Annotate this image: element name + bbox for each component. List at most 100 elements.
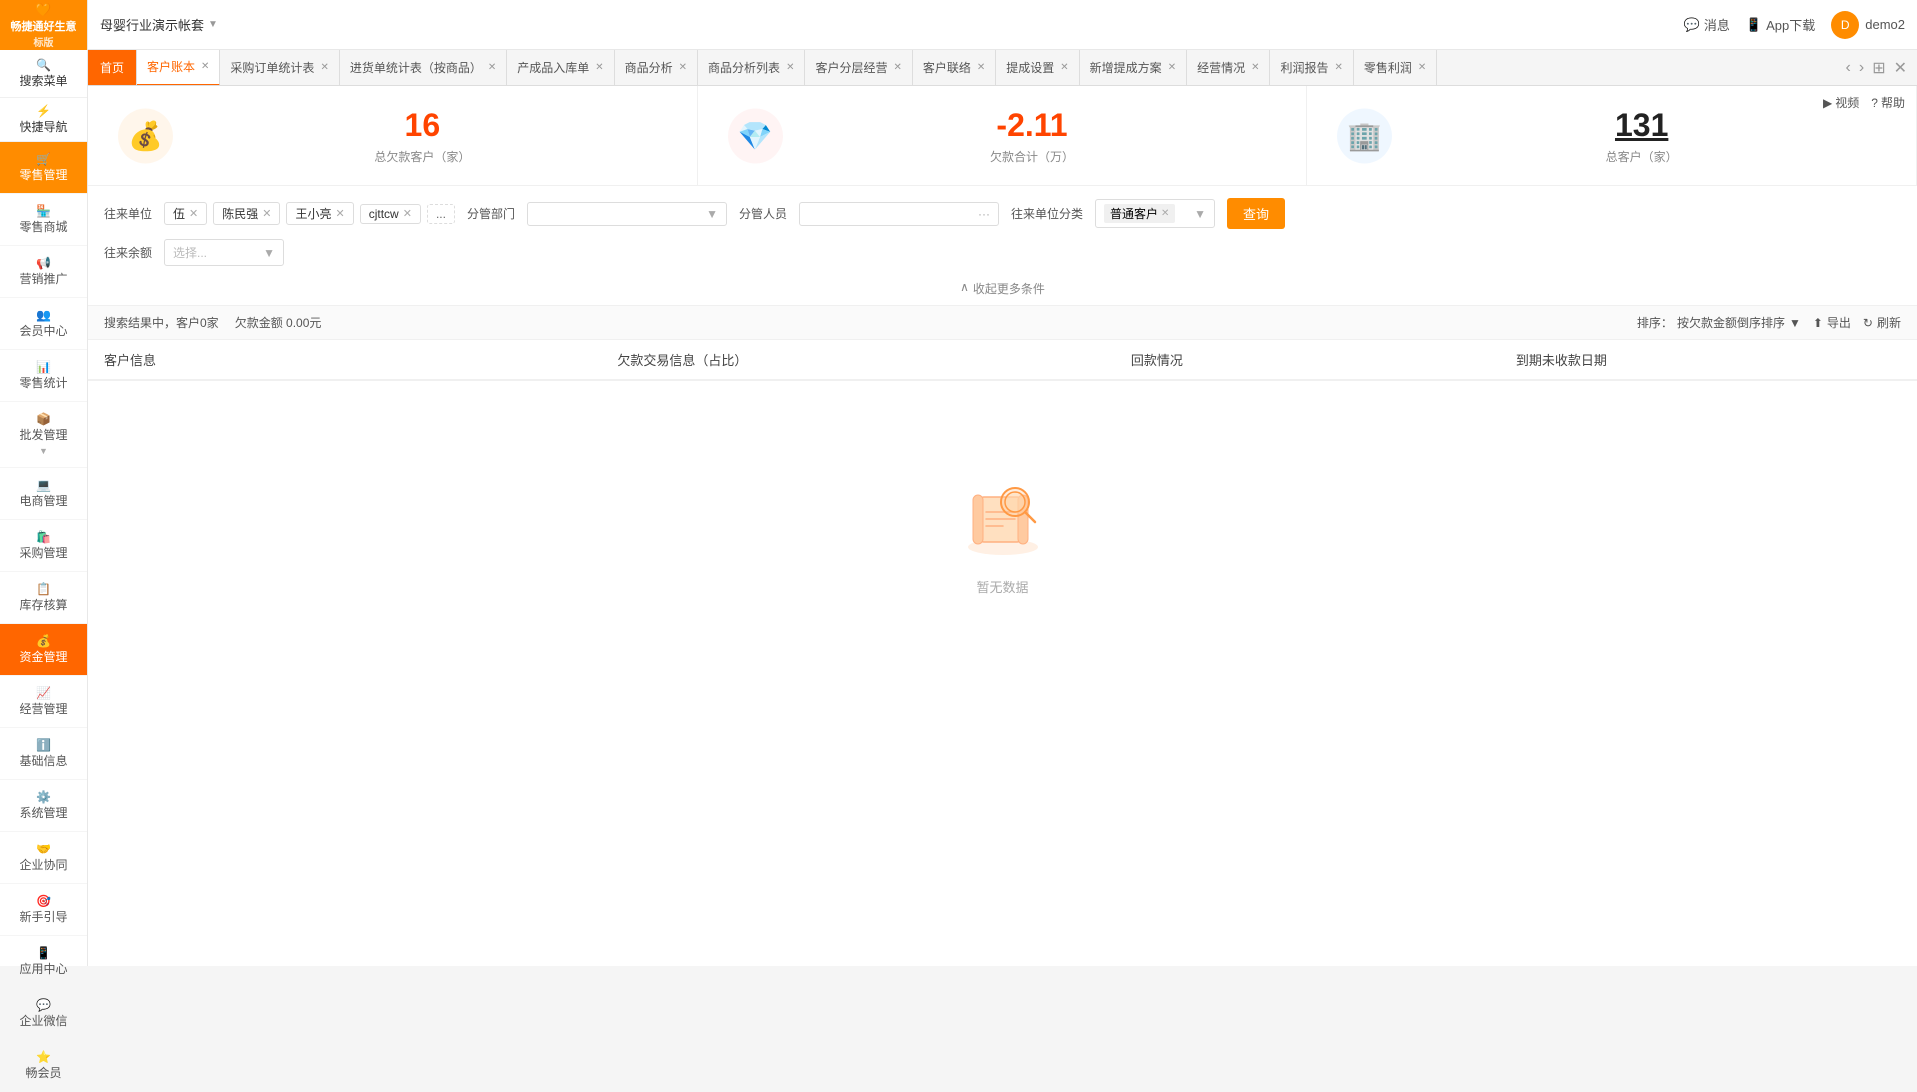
tab-purchase-order-close[interactable]: ✕ (320, 62, 328, 73)
person-input-dots[interactable]: ··· (978, 207, 990, 221)
refresh-button[interactable]: ↻ 刷新 (1863, 314, 1901, 331)
tab-expand-icon[interactable]: ⊞ (1870, 58, 1887, 78)
tab-customer-ledger[interactable]: 客户账本 ✕ (137, 50, 220, 86)
help-btn[interactable]: ? 帮助 (1871, 94, 1905, 111)
sidebar-marketing-label: 营销推广 (6, 270, 81, 287)
sidebar-item-vip[interactable]: ⭐ 畅会员 (0, 1040, 87, 1092)
sidebar-item-marketing[interactable]: 📢 营销推广 (0, 246, 87, 298)
sidebar-item-member[interactable]: 👥 会员中心 (0, 298, 87, 350)
sidebar-item-quicknav[interactable]: ⚡ 快捷导航 (0, 98, 87, 142)
unit-tag-more[interactable]: ... (427, 204, 455, 224)
tab-retail-profit-close[interactable]: ✕ (1418, 62, 1426, 73)
appdownload-button[interactable]: 📱 App下载 (1746, 15, 1815, 34)
stat2-bg-icon: 💎 (728, 108, 783, 163)
tab-retail-profit[interactable]: 零售利润 ✕ (1354, 50, 1437, 86)
tab-commission-settings-close[interactable]: ✕ (1060, 62, 1068, 73)
stat1-value: 16 (405, 106, 441, 144)
tab-add-commission-close[interactable]: ✕ (1168, 62, 1176, 73)
tab-close-all-icon[interactable]: ✕ (1892, 58, 1909, 78)
industry-selector[interactable]: 母婴行业演示帐套 ▼ (100, 15, 218, 34)
tabbar: 首页 客户账本 ✕ 采购订单统计表 ✕ 进货单统计表（按商品） ✕ 产成品入库单… (88, 50, 1917, 86)
corpwechat-icon: 💬 (6, 998, 81, 1012)
refresh-icon: ↻ (1863, 316, 1873, 330)
balance-arrow-icon: ▼ (263, 246, 275, 260)
sort-arrow-icon: ▼ (1789, 316, 1801, 330)
unit-tag-chen-close[interactable]: ✕ (262, 207, 271, 220)
person-filter-input[interactable]: ··· (799, 202, 999, 226)
unit-filter-tags: 伍 ✕ 陈民强 ✕ 王小亮 ✕ cjttcw ✕ (164, 202, 455, 225)
sidebar-item-purchase[interactable]: 🛍️ 采购管理 (0, 520, 87, 572)
search-result-text: 搜索结果中，客户0家 (104, 314, 219, 331)
user-menu[interactable]: D demo2 (1831, 11, 1905, 39)
sidebar-item-wholesale[interactable]: 📦 批发管理 ▼ (0, 402, 87, 468)
sidebar-item-guide[interactable]: 🎯 新手引导 (0, 884, 87, 936)
sidebar-item-finance[interactable]: 💰 资金管理 (0, 624, 87, 676)
tab-next-icon[interactable]: › (1857, 59, 1866, 77)
sidebar-item-sysadmin[interactable]: ⚙️ 系统管理 (0, 780, 87, 832)
sidebar-item-corpwechat[interactable]: 💬 企业微信 (0, 988, 87, 1040)
unit-class-filter-select[interactable]: 普通客户 ✕ ▼ (1095, 199, 1215, 228)
sidebar-sysadmin-label: 系统管理 (6, 804, 81, 821)
sidebar-item-retailmall[interactable]: 🏪 零售商城 (0, 194, 87, 246)
tab-customer-contact-label: 客户联络 (923, 59, 971, 76)
message-button[interactable]: 💬 消息 (1684, 15, 1730, 34)
sidebar-item-basicinfo[interactable]: ℹ️ 基础信息 (0, 728, 87, 780)
table-body: 暂无数据 (88, 381, 1917, 681)
tab-finished-goods-close[interactable]: ✕ (595, 62, 603, 73)
collapse-bar[interactable]: ∧ 收起更多条件 (104, 276, 1901, 305)
sidebar-retailstat-label: 零售统计 (6, 374, 81, 391)
tab-customer-contact[interactable]: 客户联络 ✕ (913, 50, 996, 86)
query-button[interactable]: 查询 (1227, 198, 1285, 229)
unit-class-tag-close[interactable]: ✕ (1161, 208, 1169, 219)
dept-filter-select[interactable]: ▼ (527, 202, 727, 226)
empty-icon-container (953, 467, 1053, 567)
tab-customer-tier[interactable]: 客户分层经营 ✕ (805, 50, 912, 86)
sort-label: 排序： (1637, 314, 1673, 331)
tab-prev-icon[interactable]: ‹ (1844, 59, 1853, 77)
dept-select-arrow-icon: ▼ (706, 207, 718, 221)
tab-operations-close[interactable]: ✕ (1251, 62, 1259, 73)
balance-filter-select[interactable]: 选择... ▼ (164, 239, 284, 266)
sort-button[interactable]: 排序： 按欠款金额倒序排序 ▼ (1637, 314, 1801, 331)
industry-arrow-icon: ▼ (208, 19, 218, 30)
tab-stockin-stats[interactable]: 进货单统计表（按商品） ✕ (340, 50, 507, 86)
sidebar-item-search[interactable]: 🔍 搜索菜单 (0, 50, 87, 98)
tab-home[interactable]: 首页 (88, 50, 137, 86)
tab-customer-tier-close[interactable]: ✕ (893, 62, 901, 73)
unit-tag-wang-close[interactable]: ✕ (336, 207, 345, 220)
tab-profit-report[interactable]: 利润报告 ✕ (1270, 50, 1353, 86)
stat3-label: 总客户（家） (1606, 148, 1678, 165)
tab-product-analysis-close[interactable]: ✕ (679, 62, 687, 73)
sidebar-item-appcenter[interactable]: 📱 应用中心 (0, 936, 87, 988)
logo-sub: 标版 (34, 34, 54, 49)
export-icon: ⬆ (1813, 316, 1823, 330)
tab-product-analysis[interactable]: 商品分析 ✕ (615, 50, 698, 86)
unit-tag-cjttcw-close[interactable]: ✕ (403, 207, 412, 220)
page-content: 💰 16 总欠款客户（家） 💎 -2.11 欠款合计（万） 🏢 131 (88, 86, 1917, 966)
tab-commission-settings[interactable]: 提成设置 ✕ (996, 50, 1079, 86)
tab-customer-contact-close[interactable]: ✕ (977, 62, 985, 73)
unit-class-selected-tag: 普通客户 ✕ (1104, 204, 1175, 223)
tab-product-list-close[interactable]: ✕ (786, 62, 794, 73)
tab-profit-report-close[interactable]: ✕ (1335, 62, 1343, 73)
unit-tag-wu-close[interactable]: ✕ (189, 207, 198, 220)
tab-stockin-stats-close[interactable]: ✕ (488, 62, 496, 73)
tab-customer-ledger-close[interactable]: ✕ (201, 61, 209, 72)
export-button[interactable]: ⬆ 导出 (1813, 314, 1851, 331)
debt-amount-text: 欠款金额 0.00元 (235, 314, 322, 331)
tab-finished-goods[interactable]: 产成品入库单 ✕ (507, 50, 614, 86)
sidebar-item-operations[interactable]: 📈 经营管理 (0, 676, 87, 728)
tab-product-list[interactable]: 商品分析列表 ✕ (698, 50, 805, 86)
tab-add-commission[interactable]: 新增提成方案 ✕ (1080, 50, 1187, 86)
sidebar: 🧡 畅捷通好生意 标版 🔍 搜索菜单 ⚡ 快捷导航 🛒 零售管理 🏪 零售商城 … (0, 0, 88, 966)
sidebar-item-ecommerce[interactable]: 💻 电商管理 (0, 468, 87, 520)
tab-operations[interactable]: 经营情况 ✕ (1187, 50, 1270, 86)
sidebar-search-label: 搜索菜单 (6, 72, 81, 89)
video-help-btn[interactable]: ▶ 视频 (1823, 94, 1859, 111)
sidebar-item-inventory[interactable]: 📋 库存核算 (0, 572, 87, 624)
tab-purchase-order[interactable]: 采购订单统计表 ✕ (220, 50, 339, 86)
sidebar-item-retail[interactable]: 🛒 零售管理 (0, 142, 87, 194)
sidebar-item-collab[interactable]: 🤝 企业协同 (0, 832, 87, 884)
stat2-values: -2.11 欠款合计（万） (990, 106, 1074, 165)
sidebar-item-retailstat[interactable]: 📊 零售统计 (0, 350, 87, 402)
